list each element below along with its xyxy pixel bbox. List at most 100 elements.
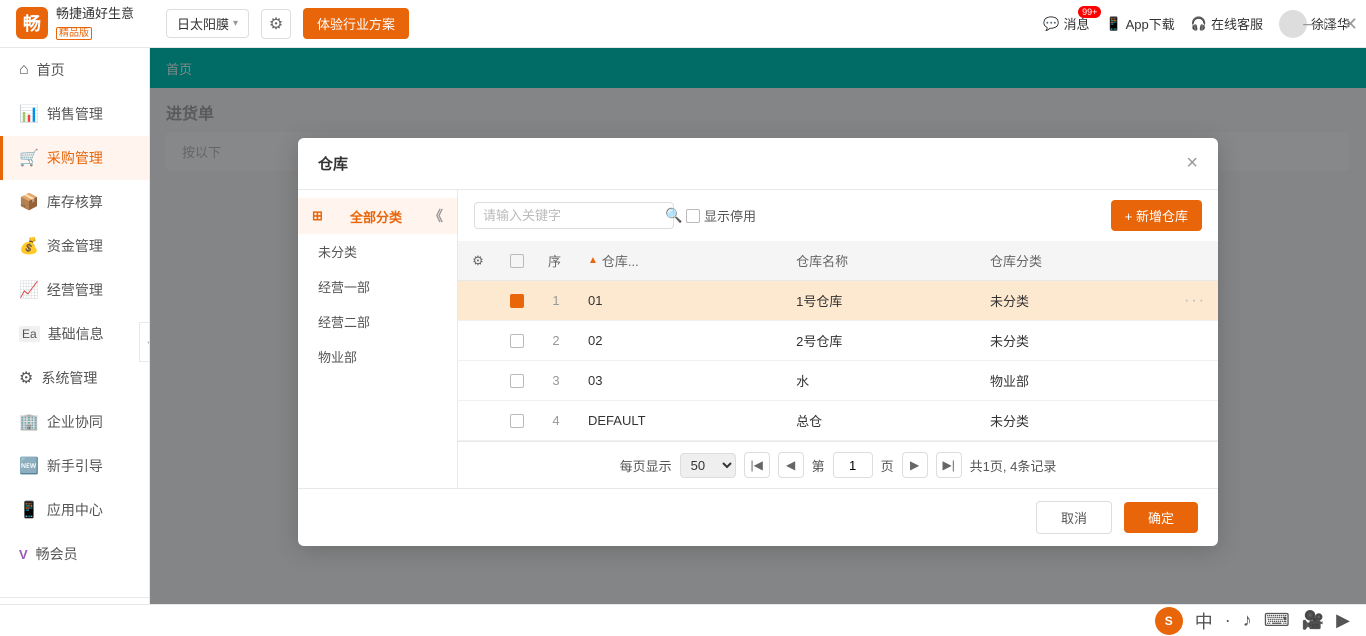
row-more-cell[interactable]: ··· [1172,281,1218,321]
modal-close-button[interactable]: × [1186,152,1198,175]
page-number-input[interactable] [833,452,873,478]
sidebar-label-system: 系统管理 [41,368,97,388]
show-disabled-label: 显示停用 [686,206,756,225]
pagination: 每页显示 50 20 100 |◀ ◀ 第 页 ▶ [458,441,1218,488]
confirm-button[interactable]: 确定 [1124,502,1198,533]
row-category-cell: 未分类 [978,401,1172,441]
table-row[interactable]: 3 03 水 物业部 [458,361,1218,401]
sidebar-label-ops: 经营管理 [47,280,103,300]
all-categories-label: 全部分类 [350,207,402,226]
search-box: 🔍 [474,202,674,229]
maximize-button[interactable]: □ [1324,14,1335,35]
cancel-button[interactable]: 取消 [1036,501,1112,534]
category-item-property[interactable]: 物业部 [298,339,457,374]
add-warehouse-button[interactable]: + 新增仓库 [1111,200,1202,231]
col-name-header[interactable]: 仓库名称 [784,241,978,281]
col-settings-header[interactable]: ⚙ [458,241,498,281]
header-middle: 日太阳膜 ▾ ⚙ 体验行业方案 [166,8,1043,39]
app-download-action[interactable]: 📱 App下载 [1105,14,1174,33]
app-logo-icon: 畅 [16,7,48,39]
sidebar-item-guide[interactable]: 🆕 新手引导 [0,444,149,488]
row-checkbox[interactable] [510,374,524,388]
select-all-checkbox[interactable] [510,254,524,268]
row-settings-cell [458,401,498,441]
next-page-button[interactable]: ▶ [902,452,928,478]
sidebar-item-apps[interactable]: 📱 应用中心 [0,488,149,532]
camera-icon[interactable]: 🎥 [1302,610,1324,631]
category-item-ops1[interactable]: 经营一部 [298,269,457,304]
sidebar-item-stock[interactable]: 📦 库存核算 [0,180,149,224]
sidebar-item-corp[interactable]: 🏢 企业协同 [0,400,149,444]
more-icon[interactable]: ··· [1184,292,1206,309]
all-categories-item[interactable]: ⊞ 全部分类 《 [298,198,457,234]
ops-icon: 📈 [19,280,39,300]
row-checkbox[interactable] [510,334,524,348]
top-header: 畅 畅捷通好生意 精品版 日太阳膜 ▾ ⚙ 体验行业方案 💬 消息 99+ 📱 … [0,0,1366,48]
col-category-header[interactable]: 仓库分类 [978,241,1172,281]
experience-btn[interactable]: 体验行业方案 [303,8,409,39]
minimize-button[interactable]: ─ [1303,14,1316,35]
warehouse-table: ⚙ 序 ▲ 仓库... [458,241,1218,441]
table-row[interactable]: 2 02 2号仓库 未分类 [458,321,1218,361]
row-checkbox-cell[interactable] [498,361,536,401]
col-checkbox-header[interactable] [498,241,536,281]
message-icon: 💬 [1043,16,1059,32]
settings-button[interactable]: ⚙ [261,9,291,39]
table-header: ⚙ 序 ▲ 仓库... [458,241,1218,281]
row-checkbox-cell[interactable] [498,281,536,321]
first-page-button[interactable]: |◀ [744,452,770,478]
category-label: 经营一部 [318,280,370,295]
row-more-cell[interactable] [1172,401,1218,441]
corp-icon: 🏢 [19,412,39,432]
customer-service-action[interactable]: 🎧 在线客服 [1191,14,1263,33]
category-item-unclassified[interactable]: 未分类 [298,234,457,269]
audio-status-icon[interactable]: ♪ [1243,610,1252,631]
logo-text: 畅捷通好生意 [56,6,134,23]
play-icon[interactable]: ▶ [1336,610,1350,631]
show-disabled-checkbox[interactable] [686,209,700,223]
store-selector[interactable]: 日太阳膜 ▾ [166,9,249,38]
keyboard-icon[interactable]: ⌨ [1264,610,1290,631]
sidebar-label-home: 首页 [37,60,65,80]
sidebar-item-member[interactable]: V 畅会员 [0,532,149,576]
page-unit: 页 [881,456,894,475]
row-more-cell[interactable] [1172,361,1218,401]
close-window-button[interactable]: ✕ [1343,14,1358,35]
row-checkbox[interactable] [510,414,524,428]
sidebar-item-purchase[interactable]: 🛒 采购管理 [0,136,149,180]
row-more-cell[interactable] [1172,321,1218,361]
search-input[interactable] [483,208,659,223]
mobile-icon: 📱 [1105,16,1121,32]
table-row[interactable]: 1 01 1号仓库 未分类 ··· [458,281,1218,321]
sidebar-item-system[interactable]: ⚙ 系统管理 [0,356,149,400]
col-actions-header [1172,241,1218,281]
sidebar-item-basic[interactable]: Ea 基础信息 [0,312,149,356]
search-icon[interactable]: 🔍 [665,207,682,224]
modal-title: 仓库 [318,153,348,174]
table-row[interactable]: 4 DEFAULT 总仓 未分类 [458,401,1218,441]
chevron-left-icon[interactable]: 《 [429,206,443,226]
message-action[interactable]: 💬 消息 99+ [1043,14,1089,33]
row-checkbox-cell[interactable] [498,401,536,441]
per-page-select[interactable]: 50 20 100 [680,453,736,478]
sidebar-collapse-btn[interactable]: ‹ [139,322,150,362]
sidebar-item-sales[interactable]: 📊 销售管理 [0,92,149,136]
sidebar-item-finance[interactable]: 💰 资金管理 [0,224,149,268]
row-checkbox-cell[interactable] [498,321,536,361]
row-name-cell: 水 [784,361,978,401]
prev-page-button[interactable]: ◀ [778,452,804,478]
sidebar-item-ops[interactable]: 📈 经营管理 [0,268,149,312]
gear-icon: ⚙ [269,14,283,34]
sales-icon: 📊 [19,104,39,124]
last-page-button[interactable]: ▶| [936,452,962,478]
dot-icon: · [1225,610,1231,631]
service-label: 在线客服 [1211,14,1263,33]
row-num-cell: 2 [536,321,576,361]
table-toolbar: 🔍 显示停用 + 新增仓库 [458,190,1218,241]
chinese-input-icon[interactable]: 中 [1195,608,1213,634]
sidebar-item-home[interactable]: ⌂ 首页 [0,48,149,92]
row-checkbox[interactable] [510,294,524,308]
category-item-ops2[interactable]: 经营二部 [298,304,457,339]
window-controls: ─ □ ✕ [1295,0,1366,48]
col-code-header[interactable]: ▲ 仓库... [576,241,784,281]
